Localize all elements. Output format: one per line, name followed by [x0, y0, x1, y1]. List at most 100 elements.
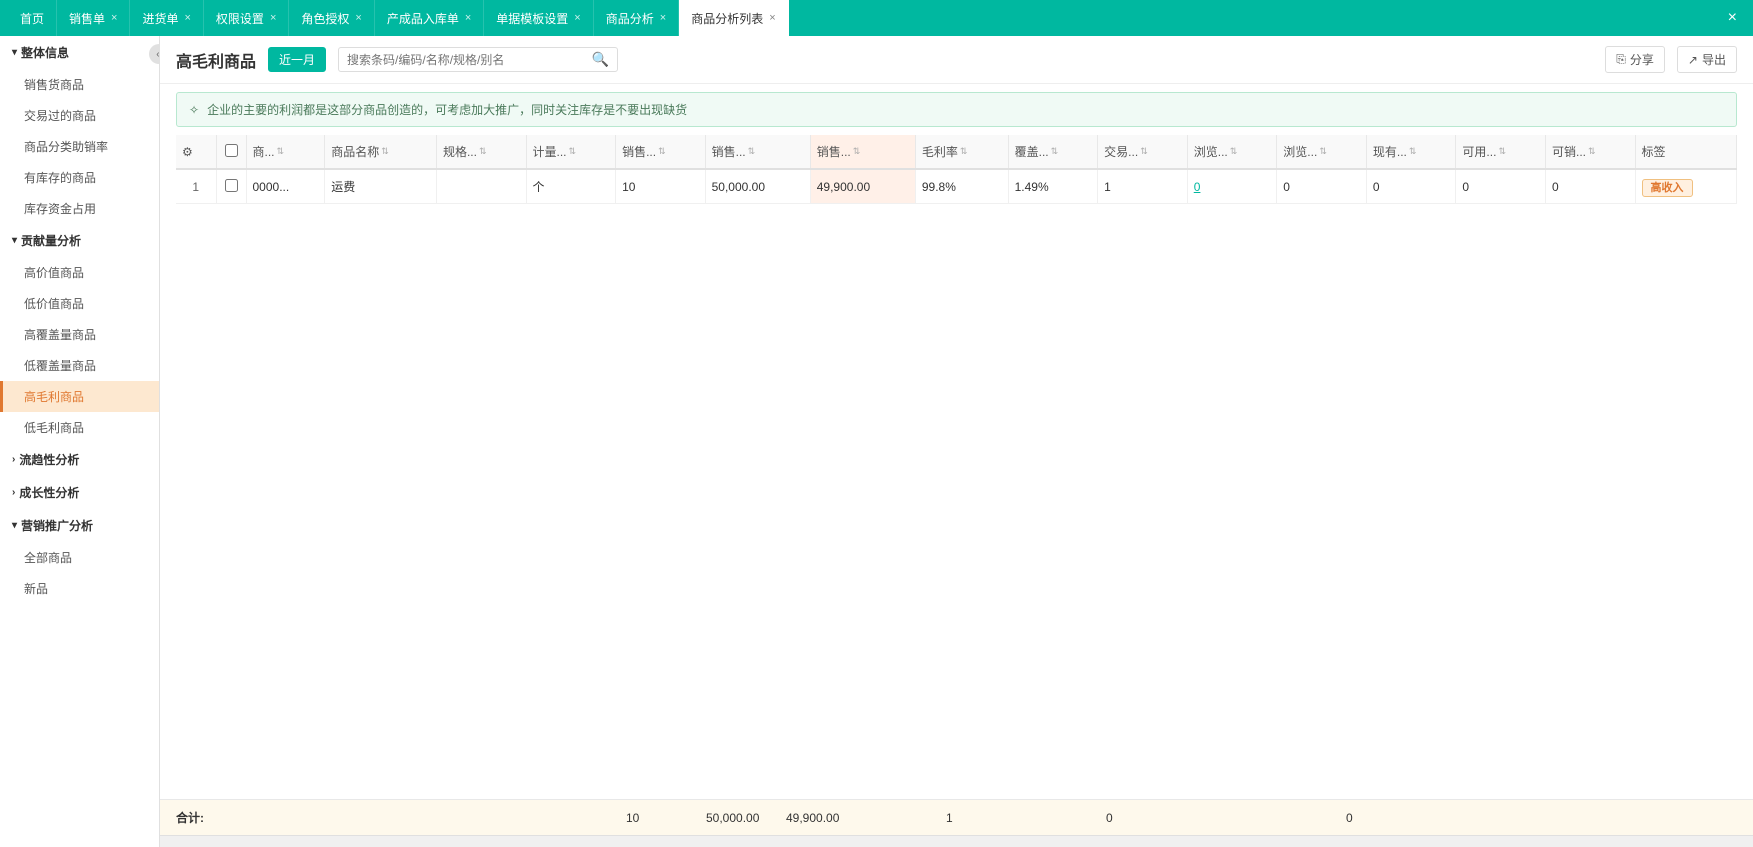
col-header-gross-rate[interactable]: 毛利率⇅ — [915, 135, 1008, 169]
info-icon: ✧ — [189, 103, 199, 117]
sidebar-item-all-goods[interactable]: 全部商品 — [0, 542, 159, 573]
col-header-unit[interactable]: 计量...⇅ — [526, 135, 616, 169]
sidebar-item-low-margin[interactable]: 低毛利商品 — [0, 412, 159, 443]
col-header-tag[interactable]: 标签 — [1635, 135, 1736, 169]
nav-purchase-order[interactable]: 进货单 × — [130, 0, 203, 36]
col-header-settings[interactable]: ⚙ — [176, 135, 216, 169]
page-title: 高毛利商品 — [176, 48, 256, 72]
col-header-browse1[interactable]: 浏览...⇅ — [1187, 135, 1277, 169]
col-header-spec[interactable]: 规格...⇅ — [436, 135, 526, 169]
top-navigation: 首页 销售单 × 进货单 × 权限设置 × 角色授权 × 产成品入库单 × 单据… — [0, 0, 1753, 36]
row-checkbox[interactable] — [225, 179, 238, 192]
main-layout: « ▾ 整体信息 销售货商品 交易过的商品 商品分类助销率 有库存的商品 库存资… — [0, 36, 1753, 847]
nav-close-product-analysis-list[interactable]: × — [769, 12, 775, 24]
nav-product-analysis[interactable]: 商品分析 × — [594, 0, 679, 36]
footer-transaction: 1 — [940, 811, 1020, 825]
share-icon: ⎘ — [1616, 52, 1626, 67]
col-header-available[interactable]: 可用...⇅ — [1456, 135, 1546, 169]
sidebar: « ▾ 整体信息 销售货商品 交易过的商品 商品分类助销率 有库存的商品 库存资… — [0, 36, 160, 847]
sidebar-group-marketing[interactable]: ▾ 营销推广分析 — [0, 509, 159, 542]
sidebar-group-trend[interactable]: › 流趋性分析 — [0, 443, 159, 476]
nav-close-product-analysis[interactable]: × — [660, 12, 666, 24]
col-header-coverage[interactable]: 覆盖...⇅ — [1008, 135, 1098, 169]
cell-unit: 个 — [526, 169, 616, 204]
nav-role-auth[interactable]: 角色授权 × — [289, 0, 374, 36]
share-button[interactable]: ⎘ 分享 — [1605, 46, 1665, 73]
sidebar-item-traded-goods[interactable]: 交易过的商品 — [0, 100, 159, 131]
nav-close-role[interactable]: × — [355, 12, 361, 24]
arrow-icon-4: › — [12, 487, 15, 498]
export-icon: ↗ — [1688, 53, 1698, 67]
footer-sales-amount: 50,000.00 — [700, 811, 780, 825]
nav-close-all[interactable]: × — [1716, 9, 1749, 27]
col-header-browse2[interactable]: 浏览...⇅ — [1277, 135, 1367, 169]
cell-browse2: 0 — [1277, 169, 1367, 204]
product-table: ⚙ 商...⇅ 商品名称⇅ 规格...⇅ — [176, 135, 1737, 204]
table-footer: 合计: 10 50,000.00 49,900.00 1 0 0 — [160, 799, 1753, 835]
col-header-sellable[interactable]: 可销...⇅ — [1545, 135, 1635, 169]
footer-cells: 10 50,000.00 49,900.00 1 0 0 — [220, 811, 1737, 825]
sidebar-item-new-products[interactable]: 新品 — [0, 573, 159, 604]
sidebar-item-stock-capital[interactable]: 库存资金占用 — [0, 193, 159, 224]
sidebar-item-low-coverage[interactable]: 低覆盖量商品 — [0, 350, 159, 381]
sidebar-item-high-coverage[interactable]: 高覆盖量商品 — [0, 319, 159, 350]
nav-close-purchase[interactable]: × — [184, 12, 190, 24]
nav-close-permission[interactable]: × — [270, 12, 276, 24]
nav-close-product-stock[interactable]: × — [465, 12, 471, 24]
sidebar-item-sales-goods[interactable]: 销售货商品 — [0, 69, 159, 100]
cell-checkbox[interactable] — [216, 169, 246, 204]
nav-close-sales[interactable]: × — [111, 12, 117, 24]
footer-browse1: 0 — [1100, 811, 1180, 825]
search-icon[interactable]: 🔍 — [592, 51, 609, 68]
arrow-icon: ▾ — [12, 47, 17, 58]
sidebar-item-low-value[interactable]: 低价值商品 — [0, 288, 159, 319]
sidebar-item-high-margin[interactable]: 高毛利商品 — [0, 381, 159, 412]
col-header-current-stock[interactable]: 现有...⇅ — [1366, 135, 1456, 169]
col-header-sales-amount[interactable]: 销售...⇅ — [705, 135, 810, 169]
col-header-code[interactable]: 商...⇅ — [246, 135, 325, 169]
sidebar-group-overall-info[interactable]: ▾ 整体信息 — [0, 36, 159, 69]
search-input[interactable] — [347, 53, 592, 67]
content-header: 高毛利商品 近一月 🔍 ⎘ 分享 ↗ 导出 — [160, 36, 1753, 84]
sidebar-item-category-rate[interactable]: 商品分类助销率 — [0, 131, 159, 162]
search-box: 🔍 — [338, 47, 618, 72]
table-header-row: ⚙ 商...⇅ 商品名称⇅ 规格...⇅ — [176, 135, 1737, 169]
nav-product-stock[interactable]: 产成品入库单 × — [375, 0, 484, 36]
col-header-checkbox[interactable] — [216, 135, 246, 169]
col-header-sales-profit[interactable]: 销售...⇅ — [810, 135, 915, 169]
footer-sales-profit: 49,900.00 — [780, 811, 860, 825]
export-button[interactable]: ↗ 导出 — [1677, 46, 1737, 73]
sidebar-item-stock-goods[interactable]: 有库存的商品 — [0, 162, 159, 193]
col-header-name[interactable]: 商品名称⇅ — [325, 135, 437, 169]
footer-available: 0 — [1340, 811, 1420, 825]
nav-template-settings[interactable]: 单据模板设置 × — [484, 0, 593, 36]
cell-spec — [436, 169, 526, 204]
select-all-checkbox[interactable] — [225, 144, 238, 157]
cell-name: 运费 — [325, 169, 437, 204]
arrow-icon-3: › — [12, 454, 15, 465]
nav-home[interactable]: 首页 — [4, 0, 57, 36]
cell-sales-amount: 50,000.00 — [705, 169, 810, 204]
cell-transaction: 1 — [1098, 169, 1188, 204]
sidebar-group-growth[interactable]: › 成长性分析 — [0, 476, 159, 509]
tag-high-income: 高收入 — [1642, 179, 1693, 197]
nav-sales-order[interactable]: 销售单 × — [57, 0, 130, 36]
sidebar-group-contribution[interactable]: ▾ 贡献量分析 — [0, 224, 159, 257]
col-header-transaction[interactable]: 交易...⇅ — [1098, 135, 1188, 169]
arrow-icon-2: ▾ — [12, 235, 17, 246]
nav-close-template[interactable]: × — [574, 12, 580, 24]
col-header-sales-qty[interactable]: 销售...⇅ — [616, 135, 706, 169]
sidebar-item-high-value[interactable]: 高价值商品 — [0, 257, 159, 288]
arrow-icon-5: ▾ — [12, 520, 17, 531]
cell-browse1[interactable]: 0 — [1187, 169, 1277, 204]
cell-num: 1 — [176, 169, 216, 204]
cell-coverage: 1.49% — [1008, 169, 1098, 204]
footer-label: 合计: — [176, 809, 204, 826]
nav-permission-settings[interactable]: 权限设置 × — [204, 0, 289, 36]
cell-sales-profit: 49,900.00 — [810, 169, 915, 204]
content-area: 高毛利商品 近一月 🔍 ⎘ 分享 ↗ 导出 ✧ 企业的主要的利润都是这部分商品创… — [160, 36, 1753, 847]
cell-gross-rate: 99.8% — [915, 169, 1008, 204]
nav-product-analysis-list[interactable]: 商品分析列表 × — [679, 0, 788, 36]
bottom-scrollbar[interactable] — [160, 835, 1753, 847]
time-filter-recent-month[interactable]: 近一月 — [268, 47, 326, 72]
